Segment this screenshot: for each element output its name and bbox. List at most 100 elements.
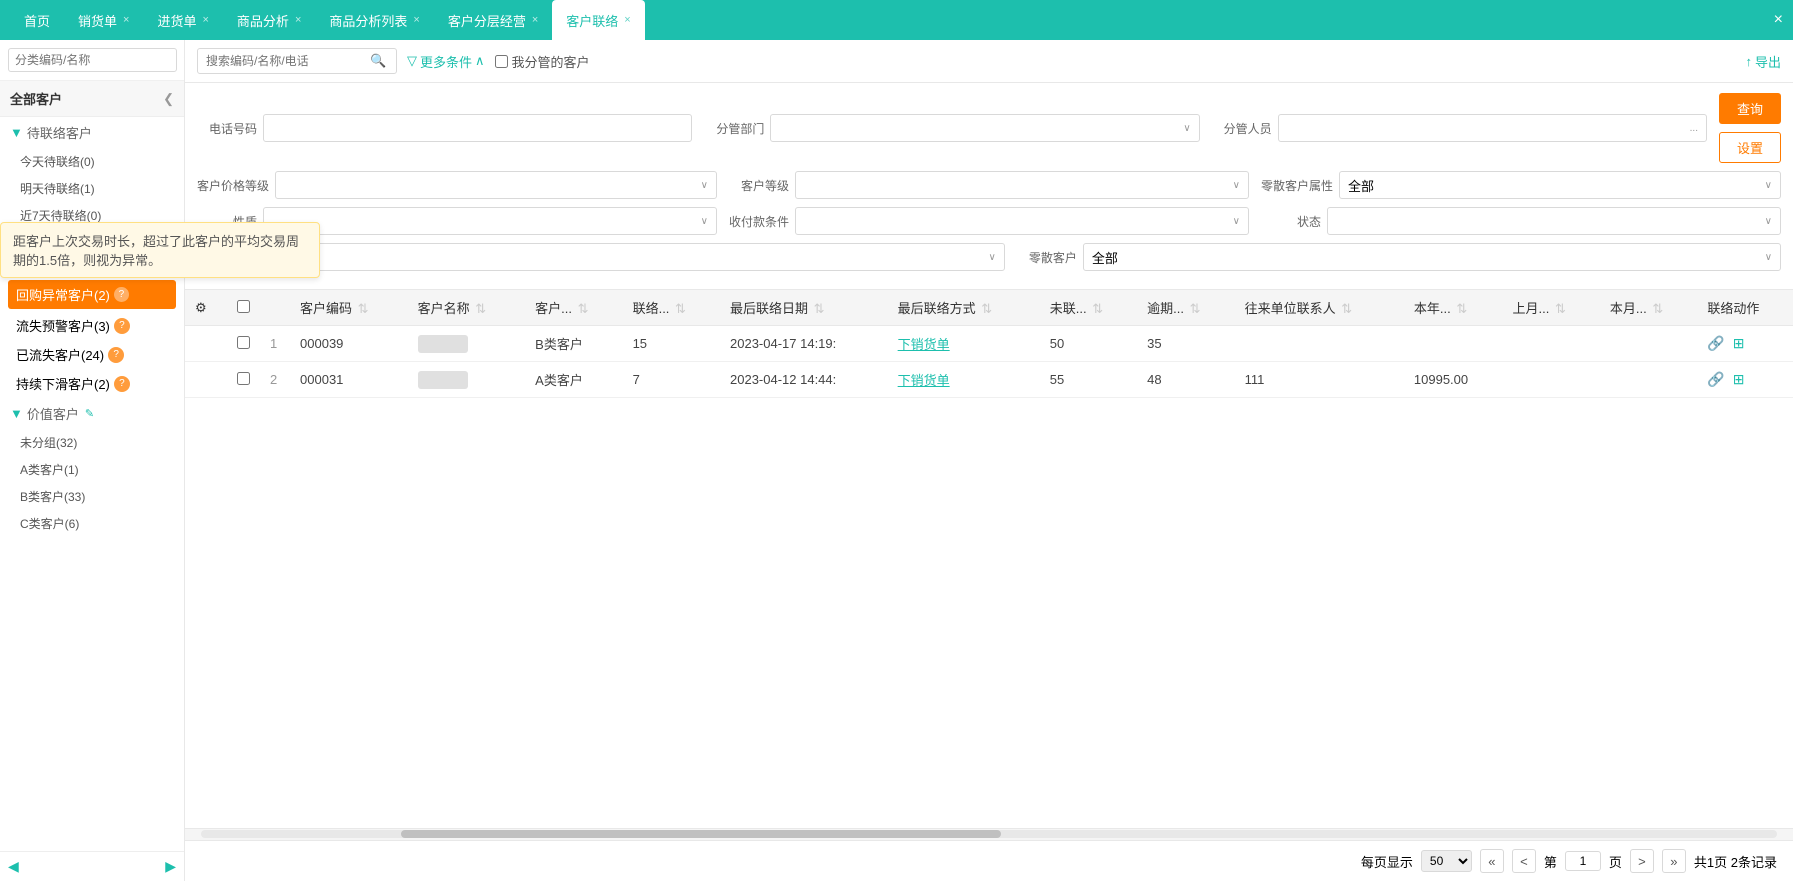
close-customer-contact-icon[interactable]: ×: [624, 14, 630, 26]
select-all-checkbox[interactable]: [237, 300, 250, 313]
col-last-method[interactable]: 最后联络方式 ⇅: [888, 290, 1040, 326]
close-product-analysis-list-icon[interactable]: ×: [413, 14, 419, 26]
close-sales-order-icon[interactable]: ×: [123, 14, 129, 26]
sidebar-item-tomorrow-contact[interactable]: 明天待联络(1): [0, 175, 184, 202]
branch-dept-field: 分管部门 ∨: [704, 114, 1199, 142]
sidebar-search-input[interactable]: [8, 48, 177, 72]
page-input[interactable]: [1565, 851, 1601, 871]
phone-input[interactable]: [263, 114, 692, 142]
sidebar-item-continuous-drop[interactable]: 持续下滑客户(2) ?: [0, 369, 184, 398]
col-last-month[interactable]: 上月... ⇅: [1502, 290, 1599, 326]
col-settings[interactable]: ⚙: [185, 290, 227, 326]
row2-checkbox[interactable]: [227, 362, 260, 398]
customer-level-select[interactable]: ∨: [795, 171, 1249, 199]
row2-no-contact: 55: [1040, 362, 1137, 398]
filter-search-input[interactable]: [206, 54, 366, 68]
close-customer-stratification-icon[interactable]: ×: [532, 14, 538, 26]
row1-last-method[interactable]: 下销货单: [888, 326, 1040, 362]
payment-select[interactable]: ∨: [795, 207, 1249, 235]
sidebar-item-class-a[interactable]: A类客户(1): [0, 456, 184, 483]
close-product-analysis-icon[interactable]: ×: [295, 14, 301, 26]
row2-grid-icon[interactable]: ⊞: [1733, 371, 1745, 388]
sidebar: 🔍 全部客户 ❮ ▼ 待联络客户 今天待联络(0) 明天待联络(1) 近7天待联…: [0, 40, 185, 881]
col-this-month[interactable]: 本月... ⇅: [1600, 290, 1697, 326]
sidebar-item-lost-customers[interactable]: 已流失客户(24) ?: [0, 340, 184, 369]
price-level-chevron-icon: ∨: [701, 180, 708, 191]
per-page-select[interactable]: 50 100 200: [1421, 850, 1472, 872]
row1-contacts: [1235, 326, 1404, 362]
col-contacts[interactable]: 往来单位联系人 ⇅: [1235, 290, 1404, 326]
price-level-select[interactable]: ∨: [275, 171, 717, 199]
customer-level-label: 客户等级: [729, 177, 789, 194]
sidebar-item-class-c[interactable]: C类客户(6): [0, 510, 184, 537]
filter-search-box[interactable]: 🔍: [197, 48, 397, 74]
sidebar-item-ungrouped[interactable]: 未分组(32): [0, 429, 184, 456]
branch-person-select[interactable]: ...: [1278, 114, 1707, 142]
query-button[interactable]: 查询: [1719, 93, 1781, 124]
all-customers-header: 全部客户 ❮: [0, 81, 184, 117]
more-conditions-button[interactable]: ▽ 更多条件 ∧: [407, 52, 485, 71]
col-no-contact[interactable]: 未联... ⇅: [1040, 290, 1137, 326]
last-page-button[interactable]: »: [1662, 849, 1686, 873]
col-this-year[interactable]: 本年... ⇅: [1404, 290, 1503, 326]
horizontal-scrollbar[interactable]: [185, 828, 1793, 840]
prev-page-button[interactable]: <: [1512, 849, 1536, 873]
last-method-sort-icon: ⇅: [981, 301, 992, 316]
nav-product-analysis[interactable]: 商品分析 ×: [223, 0, 315, 40]
sidebar-item-today-contact[interactable]: 今天待联络(0): [0, 148, 184, 175]
sidebar-nav-right-icon[interactable]: ▶: [165, 858, 176, 875]
sidebar-item-lost-pre-warning[interactable]: 流失预警客户(3) ?: [0, 311, 184, 340]
sidebar-item-abnormal-repurchase[interactable]: 回购异常客户(2) ?: [8, 280, 176, 309]
retail-attr-label: 零散客户属性: [1261, 177, 1333, 194]
nav-sales-order[interactable]: 销货单 ×: [64, 0, 143, 40]
row1-checkbox[interactable]: [227, 326, 260, 362]
filter-toolbar: 🔍 ▽ 更多条件 ∧ 我分管的客户 ↑ 导出: [185, 40, 1793, 83]
first-page-button[interactable]: «: [1480, 849, 1504, 873]
value-group-edit-icon[interactable]: ✎: [85, 407, 94, 420]
value-group-header[interactable]: ▼ 价值客户 ✎: [0, 398, 184, 429]
col-overdue[interactable]: 逾期... ⇅: [1137, 290, 1234, 326]
waiting-group-header[interactable]: ▼ 待联络客户: [0, 117, 184, 148]
export-button[interactable]: ↑ 导出: [1745, 52, 1781, 71]
row2-name: [408, 362, 526, 398]
col-checkbox[interactable]: [227, 290, 260, 326]
retail-customer-select[interactable]: 全部 ∨: [1083, 243, 1781, 271]
retail-customer-chevron-icon: ∨: [1765, 252, 1772, 263]
nav-customer-contact[interactable]: 客户联络 ×: [552, 0, 644, 40]
row2-link-icon[interactable]: 🔗: [1707, 371, 1724, 388]
scrollbar-thumb[interactable]: [401, 830, 1001, 838]
status-select[interactable]: ∨: [1327, 207, 1781, 235]
nav-product-analysis-list[interactable]: 商品分析列表 ×: [315, 0, 433, 40]
col-code[interactable]: 客户编码 ⇅: [290, 290, 408, 326]
collapse-icon[interactable]: ❮: [163, 91, 174, 107]
nav-home[interactable]: 首页: [10, 0, 64, 40]
sidebar-nav-left-icon[interactable]: ◀: [8, 858, 19, 875]
col-actions: 联络动作: [1697, 290, 1793, 326]
row2-last-method[interactable]: 下销货单: [888, 362, 1040, 398]
col-last-date[interactable]: 最后联络日期 ⇅: [720, 290, 888, 326]
content-area: 🔍 ▽ 更多条件 ∧ 我分管的客户 ↑ 导出 电话号码: [185, 40, 1793, 881]
my-customers-checkbox-area[interactable]: 我分管的客户: [495, 52, 590, 71]
row1-link-icon[interactable]: 🔗: [1707, 335, 1724, 352]
col-level[interactable]: 客户... ⇅: [525, 290, 622, 326]
next-page-button[interactable]: >: [1630, 849, 1654, 873]
col-name[interactable]: 客户名称 ⇅: [408, 290, 526, 326]
close-all-tabs-button[interactable]: ×: [1774, 11, 1783, 29]
payment-field: 收付款条件 ∨: [729, 207, 1249, 235]
filter-search-icon[interactable]: 🔍: [370, 53, 386, 69]
customer-type-select[interactable]: ∨: [307, 243, 1005, 271]
name-sort-icon: ⇅: [475, 301, 486, 316]
nature-select[interactable]: ∨: [263, 207, 717, 235]
set-button[interactable]: 设置: [1719, 132, 1781, 163]
row1-grid-icon[interactable]: ⊞: [1733, 335, 1745, 352]
nav-purchase-order[interactable]: 进货单 ×: [143, 0, 222, 40]
nav-customer-stratification[interactable]: 客户分层经营 ×: [434, 0, 552, 40]
contact-sort-icon: ⇅: [675, 301, 686, 316]
all-customers-title: 全部客户: [10, 89, 62, 108]
retail-attr-select[interactable]: 全部 ∨: [1339, 171, 1781, 199]
sidebar-item-class-b[interactable]: B类客户(33): [0, 483, 184, 510]
branch-dept-select[interactable]: ∨: [770, 114, 1199, 142]
col-contact[interactable]: 联络... ⇅: [623, 290, 720, 326]
my-customers-checkbox[interactable]: [495, 55, 508, 68]
close-purchase-order-icon[interactable]: ×: [202, 14, 208, 26]
